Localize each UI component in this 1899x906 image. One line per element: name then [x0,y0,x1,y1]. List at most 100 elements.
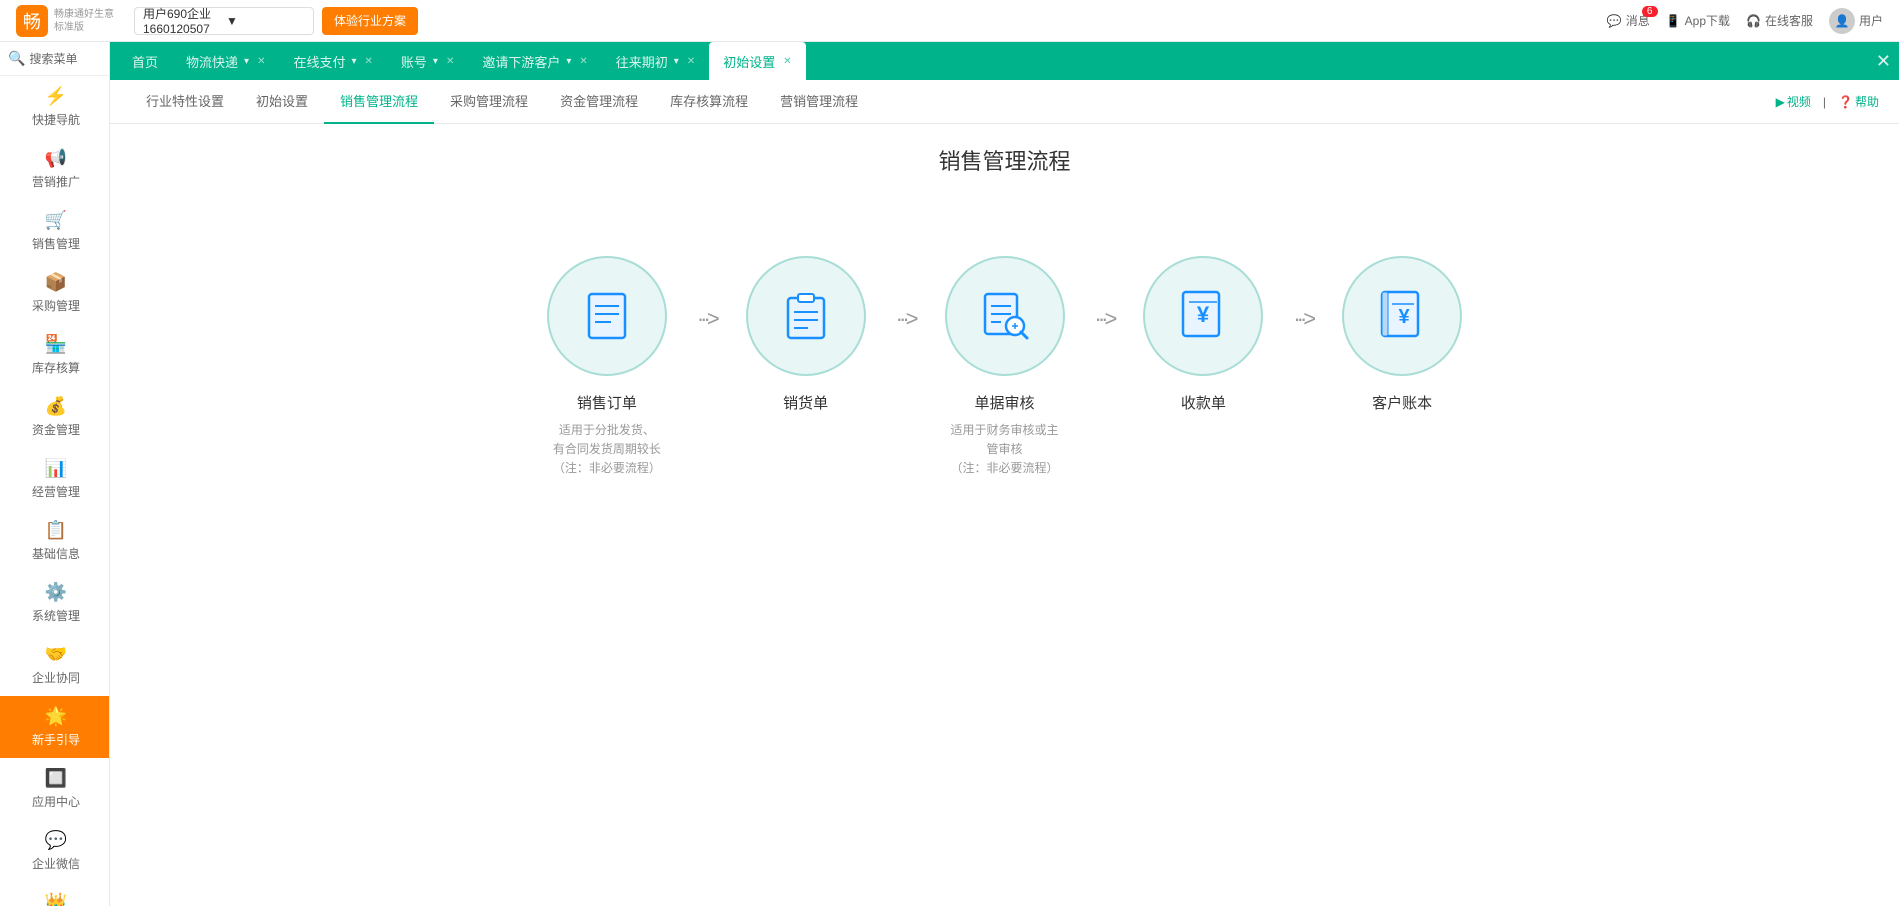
flow-item-desc: 适用于分批发货、 有合同发货周期较长 （注：非必要流程） [553,421,661,479]
dropdown-arrow-icon[interactable]: ▾ [433,56,438,67]
nav-tab-label: 初始设置 [723,52,775,71]
flow-arrow-icon: ···> [1293,256,1312,412]
sidebar-item-畅会员[interactable]: 👑畅会员 [0,882,109,906]
sidebar-item-label: 系统管理 [32,607,80,624]
flow-arrow-icon: ···> [1095,256,1114,412]
sidebar-icon: 💰 [45,396,67,417]
top-bar: 畅 畅康通好生意 标准版 用户690企业1660120507 ▼ 体验行业方案 … [0,0,1899,42]
sidebar-item-销售管理[interactable]: 🛒 销售管理 [0,200,109,262]
nav-tab-账号[interactable]: 账号 ▾ ✕ [387,42,468,80]
sidebar-icon: ⚙️ [45,582,67,603]
sidebar-item-资金管理[interactable]: 💰 资金管理 [0,386,109,448]
flow-item-title: 销售订单 [577,392,637,413]
page-content: 销售管理流程 销售订单适用于分批发货、 有合同发货周期较长 （注：非必要流程） ·… [110,124,1899,906]
nav-tab-往来期初[interactable]: 往来期初▾✕ [602,42,709,80]
sidebar-item-label: 采购管理 [32,297,80,314]
flow-circle-voucher-review[interactable] [945,256,1065,376]
sidebar-icon: 📋 [45,520,67,541]
video-link[interactable]: ▶ 视频 [1776,93,1811,110]
online-service-item[interactable]: 🎧 在线客服 [1746,12,1813,29]
video-icon: ▶ [1776,95,1785,109]
dropdown-arrow-icon[interactable]: ▾ [674,56,679,67]
flow-item-title: 销货单 [783,392,828,413]
sidebar-item-系统管理[interactable]: ⚙️ 系统管理 [0,572,109,634]
sidebar-icon: 🛒 [45,210,67,231]
sidebar-item-企业协同[interactable]: 🤝企业协同 [0,634,109,696]
nav-tab-label: 物流快递 [186,52,238,71]
page-header-right: ▶ 视频 | ❓ 帮助 [1776,93,1879,110]
sidebar-item-label: 库存核算 [32,359,80,376]
sidebar-item-快捷导航[interactable]: ⚡快捷导航 [0,76,109,138]
close-tab-icon[interactable]: ✕ [257,56,265,67]
sub-tab-库存核算流程[interactable]: 库存核算流程 [654,80,764,124]
sub-tab-营销管理流程[interactable]: 营销管理流程 [764,80,874,124]
flow-circle-sales-order[interactable] [547,256,667,376]
close-tab-icon[interactable]: ✕ [365,56,373,67]
nav-tab-邀请下游客户[interactable]: 邀请下游客户▾✕ [468,42,601,80]
flow-circle-receipt[interactable]: ¥ [1143,256,1263,376]
close-tab-icon[interactable]: ✕ [446,56,454,67]
sidebar-item-label: 资金管理 [32,421,80,438]
sidebar-item-label: 基础信息 [32,545,80,562]
content-area: 首页物流快递▾✕在线支付▾✕账号▾✕邀请下游客户▾✕往来期初▾✕初始设置✕✕ 行… [110,42,1899,906]
sidebar-item-应用中心[interactable]: 🔲应用中心 [0,758,109,820]
flow-diagram: 销售订单适用于分批发货、 有合同发货周期较长 （注：非必要流程） ···> 销货单… [130,236,1879,499]
main-layout: 🔍 搜索菜单 ⚡快捷导航📢营销推广 🛒 销售管理 📦 采购管理 🏪 库存核算 💰 资金管理 📊经营… [0,42,1899,906]
sidebar-item-营销推广[interactable]: 📢营销推广 [0,138,109,200]
logo-text: 畅康通好生意 标准版 [54,8,114,34]
app-download-item[interactable]: 📱 App下载 [1666,12,1730,29]
svg-text:¥: ¥ [1399,306,1411,328]
dropdown-arrow-icon[interactable]: ▾ [244,56,249,67]
sidebar-item-label: 销售管理 [32,235,80,252]
flow-item-customer-account: ¥ 客户账本 [1312,256,1492,421]
flow-item-title: 客户账本 [1372,392,1432,413]
sidebar-item-label: 新手引导 [32,731,80,748]
message-item[interactable]: 💬 消息 6 [1607,12,1650,29]
close-tab-icon[interactable]: ✕ [687,56,695,67]
logo-area: 畅 畅康通好生意 标准版 [16,5,126,37]
sidebar-icon: 🌟 [45,706,67,727]
download-icon: 📱 [1666,14,1681,28]
message-badge: 6 [1642,6,1658,17]
sidebar-item-label: 应用中心 [32,793,80,810]
message-icon: 💬 [1607,14,1622,28]
sidebar-item-经营管理[interactable]: 📊经营管理 [0,448,109,510]
flow-item-title: 单据审核 [974,392,1034,413]
top-bar-right: 💬 消息 6 📱 App下载 🎧 在线客服 👤 用户 [1607,8,1883,34]
sub-tab-初始设置[interactable]: 初始设置 [240,80,324,124]
sub-tab-采购管理流程[interactable]: 采购管理流程 [434,80,544,124]
sidebar-item-基础信息[interactable]: 📋 基础信息 [0,510,109,572]
sidebar-icon: 📦 [45,272,67,293]
user-profile-item[interactable]: 👤 用户 [1829,8,1883,34]
sub-tab-销售管理流程[interactable]: 销售管理流程 [324,80,434,124]
logo-icon: 畅 [16,5,48,37]
sidebar-item-库存核算[interactable]: 🏪 库存核算 [0,324,109,386]
sidebar-icon: 📢 [45,148,67,169]
nav-tab-label: 账号 [401,52,427,71]
sidebar-item-新手引导[interactable]: 🌟 新手引导 [0,696,109,758]
sidebar-item-label: 企业协同 [32,669,80,686]
headset-icon: 🎧 [1746,14,1761,28]
nav-tab-首页[interactable]: 首页 [118,42,172,80]
sub-tab-资金管理流程[interactable]: 资金管理流程 [544,80,654,124]
close-tab-icon[interactable]: ✕ [783,56,791,67]
sub-tab-行业特性设置[interactable]: 行业特性设置 [130,80,240,124]
close-tab-icon[interactable]: ✕ [579,56,587,67]
sidebar-item-采购管理[interactable]: 📦 采购管理 [0,262,109,324]
sidebar-items: ⚡快捷导航📢营销推广 🛒 销售管理 📦 采购管理 🏪 库存核算 💰 资金管理 📊经营管理 📋 基础信息… [0,76,109,906]
user-selector[interactable]: 用户690企业1660120507 ▼ [134,7,314,35]
dropdown-arrow-icon[interactable]: ▾ [351,56,356,67]
close-all-tabs-icon[interactable]: ✕ [1876,51,1891,72]
nav-tab-初始设置[interactable]: 初始设置 ✕ [709,42,805,80]
sidebar-item-企业微信[interactable]: 💬企业微信 [0,820,109,882]
sidebar-icon: 🏪 [45,334,67,355]
page-title: 销售管理流程 [130,144,1879,176]
nav-tab-物流快递[interactable]: 物流快递 ▾ ✕ [172,42,279,80]
dropdown-arrow-icon[interactable]: ▾ [566,56,571,67]
try-plan-button[interactable]: 体验行业方案 [322,7,418,35]
nav-tab-在线支付[interactable]: 在线支付▾✕ [279,42,386,80]
sidebar-search[interactable]: 🔍 搜索菜单 [0,42,109,76]
flow-circle-delivery-note[interactable] [746,256,866,376]
flow-circle-customer-account[interactable]: ¥ [1342,256,1462,376]
help-link[interactable]: ❓ 帮助 [1838,93,1879,110]
